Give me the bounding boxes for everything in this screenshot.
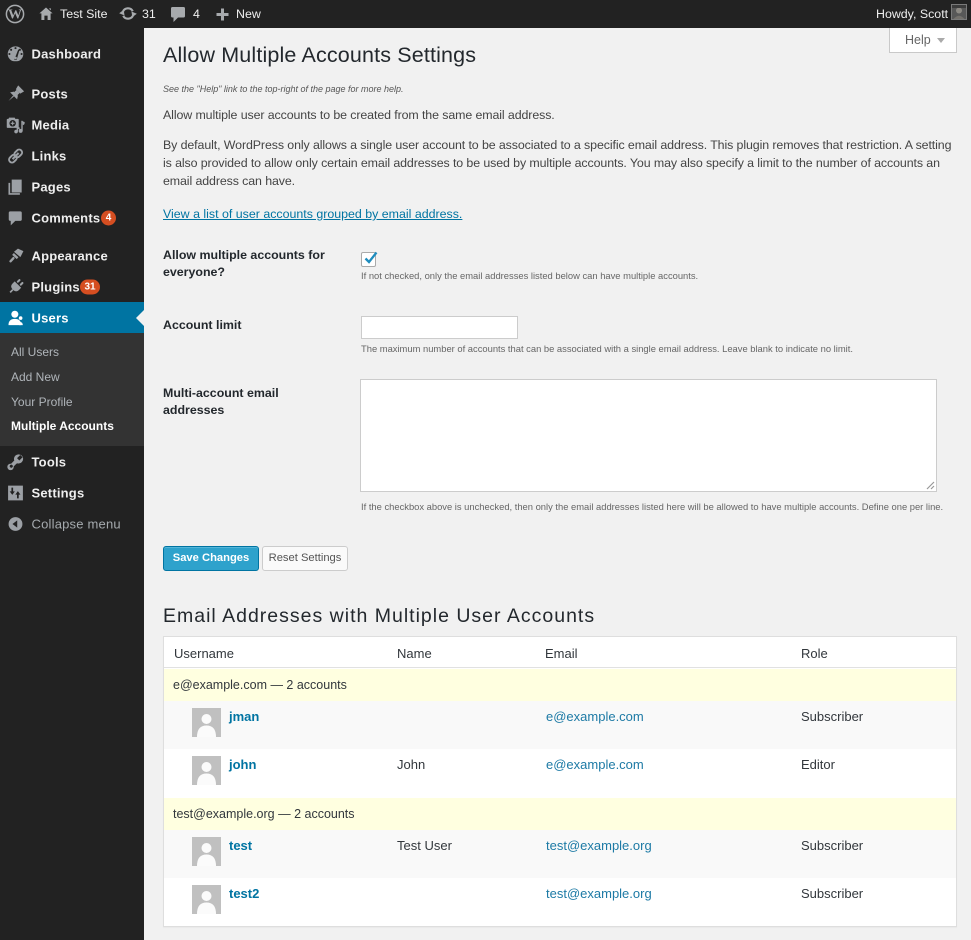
svg-text:W: W (8, 8, 22, 23)
